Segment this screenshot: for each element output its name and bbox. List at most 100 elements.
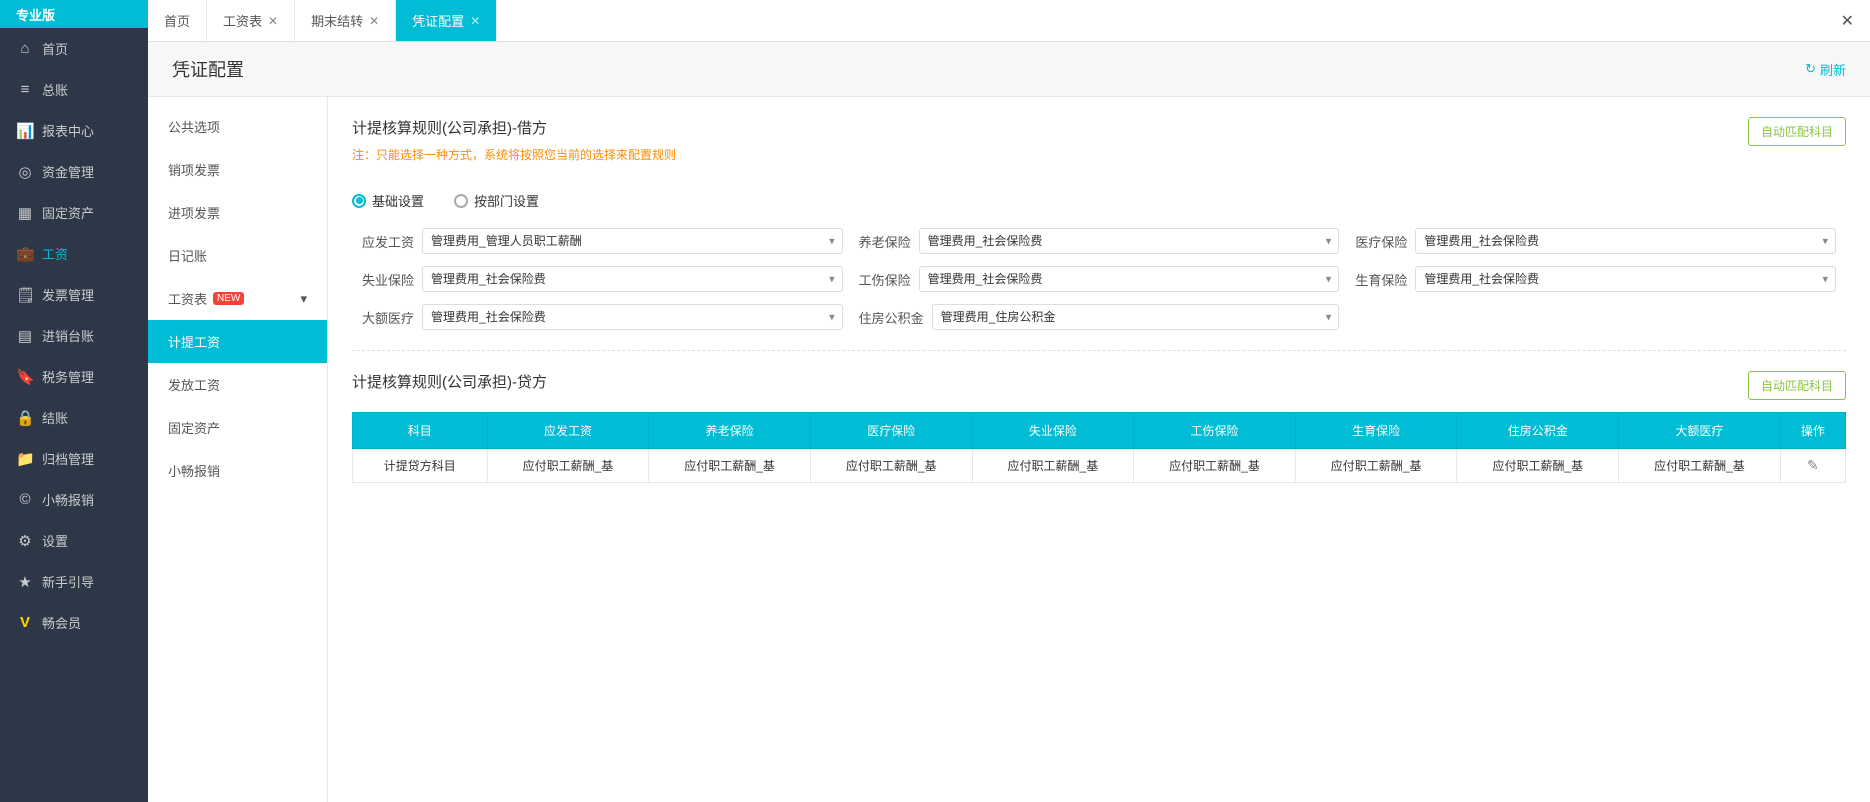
td-shengyu-val: 应付职工薪酬_基 [1295,449,1457,483]
th-gongjijin: 住房公积金 [1457,413,1619,449]
select-shengyu[interactable]: 管理费用_社会保险费 [1415,266,1836,292]
left-menu-journal-label: 日记账 [168,246,207,265]
left-menu-expense[interactable]: 小畅报销 [148,449,327,492]
edit-icon[interactable]: ✎ [1807,457,1819,473]
select-gongjijin-input[interactable]: 管理费用_住房公积金 [932,304,1340,330]
auto-match-btn-2[interactable]: 自动匹配科目 [1748,371,1846,400]
select-shiye-input[interactable]: 管理费用_社会保险费 [422,266,843,292]
sidebar-item-salary[interactable]: 💼 工资 [0,233,148,274]
tab-home[interactable]: 首页 [148,0,207,41]
tab-voucher-close[interactable]: ✕ [470,14,480,28]
label-yanglao: 养老保险 [859,232,911,251]
sidebar-item-assets[interactable]: ▦ 固定资产 [0,192,148,233]
th-shiye: 失业保险 [972,413,1134,449]
select-yiliao-input[interactable]: 管理费用_社会保险费 [1415,228,1836,254]
sidebar-item-fund[interactable]: ◎ 资金管理 [0,151,148,192]
select-gongshang-input[interactable]: 管理费用_社会保险费 [919,266,1340,292]
form-item-empty [1355,304,1836,330]
sidebar-item-archive[interactable]: 📁 归档管理 [0,438,148,479]
sidebar-label-member: 畅会员 [42,613,81,632]
select-yifagongzi[interactable]: 管理费用_管理人员职工薪酬 [422,228,843,254]
report-icon: 📊 [16,122,34,140]
refresh-button[interactable]: ↻ 刷新 [1805,60,1846,79]
select-shiye[interactable]: 管理费用_社会保险费 [422,266,843,292]
tab-voucher[interactable]: 凭证配置 ✕ [396,0,497,41]
sidebar-label-fund: 资金管理 [42,162,94,181]
tab-period-close[interactable]: ✕ [369,14,379,28]
th-daeyiliao: 大额医疗 [1619,413,1781,449]
tab-payroll-close[interactable]: ✕ [268,14,278,28]
left-menu-sales-invoice-label: 销项发票 [168,160,220,179]
sidebar-item-settings[interactable]: ⚙ 设置 [0,520,148,561]
left-menu-sales-invoice[interactable]: 销项发票 [148,148,327,191]
guide-icon: ★ [16,573,34,591]
label-yiliao: 医疗保险 [1355,232,1407,251]
left-menu-pay-salary[interactable]: 发放工资 [148,363,327,406]
form-item-yanglao: 养老保险 管理费用_社会保险费 [859,228,1340,254]
radio-dept-circle [454,194,468,208]
section2-title: 计提核算规则(公司承担)-贷方 [352,371,547,392]
select-yifagongzi-input[interactable]: 管理费用_管理人员职工薪酬 [422,228,843,254]
page-title: 凭证配置 [172,56,244,82]
sidebar-label-xiaochang: 小畅报销 [42,490,94,509]
sidebar-item-xiaochang[interactable]: © 小畅报销 [0,479,148,520]
label-daejyiliao: 大额医疗 [362,308,414,327]
tab-voucher-label: 凭证配置 [412,11,464,30]
sidebar-item-invoice[interactable]: 🗒 发票管理 [0,274,148,315]
sidebar-label-report: 报表中心 [42,121,94,140]
sidebar-item-ledger[interactable]: ≡ 总账 [0,69,148,110]
left-menu-public[interactable]: 公共选项 [148,105,327,148]
left-menu-pay-salary-label: 发放工资 [168,375,220,394]
fund-icon: ◎ [16,163,34,181]
sidebar-item-close[interactable]: 🔒 结账 [0,397,148,438]
select-daejyiliao[interactable]: 管理费用_社会保险费 [422,304,843,330]
select-gongjijin[interactable]: 管理费用_住房公积金 [932,304,1340,330]
sidebar-item-guide[interactable]: ★ 新手引导 [0,561,148,602]
sidebar-item-member[interactable]: V 畅会员 [0,602,148,643]
form-grid-row1: 应发工资 管理费用_管理人员职工薪酬 养老保险 管理费用_社会保险费 [352,228,1846,254]
invoice-icon: 🗒 [16,286,34,304]
radio-basic[interactable]: 基础设置 [352,191,424,210]
left-menu-journal[interactable]: 日记账 [148,234,327,277]
label-shengyu: 生育保险 [1355,270,1407,289]
home-icon: ⌂ [16,40,34,57]
tab-payroll[interactable]: 工资表 ✕ [207,0,295,41]
ledger-icon: ≡ [16,81,34,98]
select-daejyiliao-input[interactable]: 管理费用_社会保险费 [422,304,843,330]
close-window-btn[interactable]: ✕ [1841,11,1854,31]
left-menu-fixed-assets[interactable]: 固定资产 [148,406,327,449]
radio-dept-label: 按部门设置 [474,191,539,210]
sidebar-item-home[interactable]: ⌂ 首页 [0,28,148,69]
section1-title-group: 计提核算规则(公司承担)-借方 注：只能选择一种方式，系统将按照您当前的选择来配… [352,117,676,179]
form-item-yiliao: 医疗保险 管理费用_社会保险费 [1355,228,1836,254]
td-gongjijin-val: 应付职工薪酬_基 [1457,449,1619,483]
topbar-actions: ✕ [1841,11,1870,31]
section1-header: 计提核算规则(公司承担)-借方 注：只能选择一种方式，系统将按照您当前的选择来配… [352,117,1846,179]
select-yanglao[interactable]: 管理费用_社会保险费 [919,228,1340,254]
sidebar-label-tax: 税务管理 [42,367,94,386]
sidebar-item-report[interactable]: 📊 报表中心 [0,110,148,151]
left-menu-payroll-table[interactable]: 工资表 NEW ▾ [148,277,327,320]
select-gongshang[interactable]: 管理费用_社会保险费 [919,266,1340,292]
left-menu-calc-salary[interactable]: 计提工资 [148,320,327,363]
payroll-table-arrow: ▾ [300,291,307,307]
tab-period[interactable]: 期末结转 ✕ [295,0,396,41]
select-yanglao-input[interactable]: 管理费用_社会保险费 [919,228,1340,254]
sidebar-item-stock[interactable]: ▤ 进销台账 [0,315,148,356]
auto-match-btn-1[interactable]: 自动匹配科目 [1748,117,1846,146]
topbar: 首页 工资表 ✕ 期末结转 ✕ 凭证配置 ✕ ✕ [148,0,1870,42]
xiaochang-icon: © [16,491,34,508]
left-menu-payroll-table-label: 工资表 [168,289,207,308]
left-menu-purchase-invoice[interactable]: 进项发票 [148,191,327,234]
td-action-edit[interactable]: ✎ [1780,449,1845,483]
td-gongshang-val: 应付职工薪酬_基 [1134,449,1296,483]
form-grid-row3: 大额医疗 管理费用_社会保险费 住房公积金 管理费用_住房公积金 [352,304,1846,330]
radio-dept[interactable]: 按部门设置 [454,191,539,210]
form-item-shiye: 失业保险 管理费用_社会保险费 [362,266,843,292]
select-shengyu-input[interactable]: 管理费用_社会保险费 [1415,266,1836,292]
section-divider [352,350,1846,351]
sidebar-item-tax[interactable]: 🔖 税务管理 [0,356,148,397]
td-salary-val: 应付职工薪酬_基 [487,449,649,483]
th-yanglao: 养老保险 [649,413,811,449]
select-yiliao[interactable]: 管理费用_社会保险费 [1415,228,1836,254]
